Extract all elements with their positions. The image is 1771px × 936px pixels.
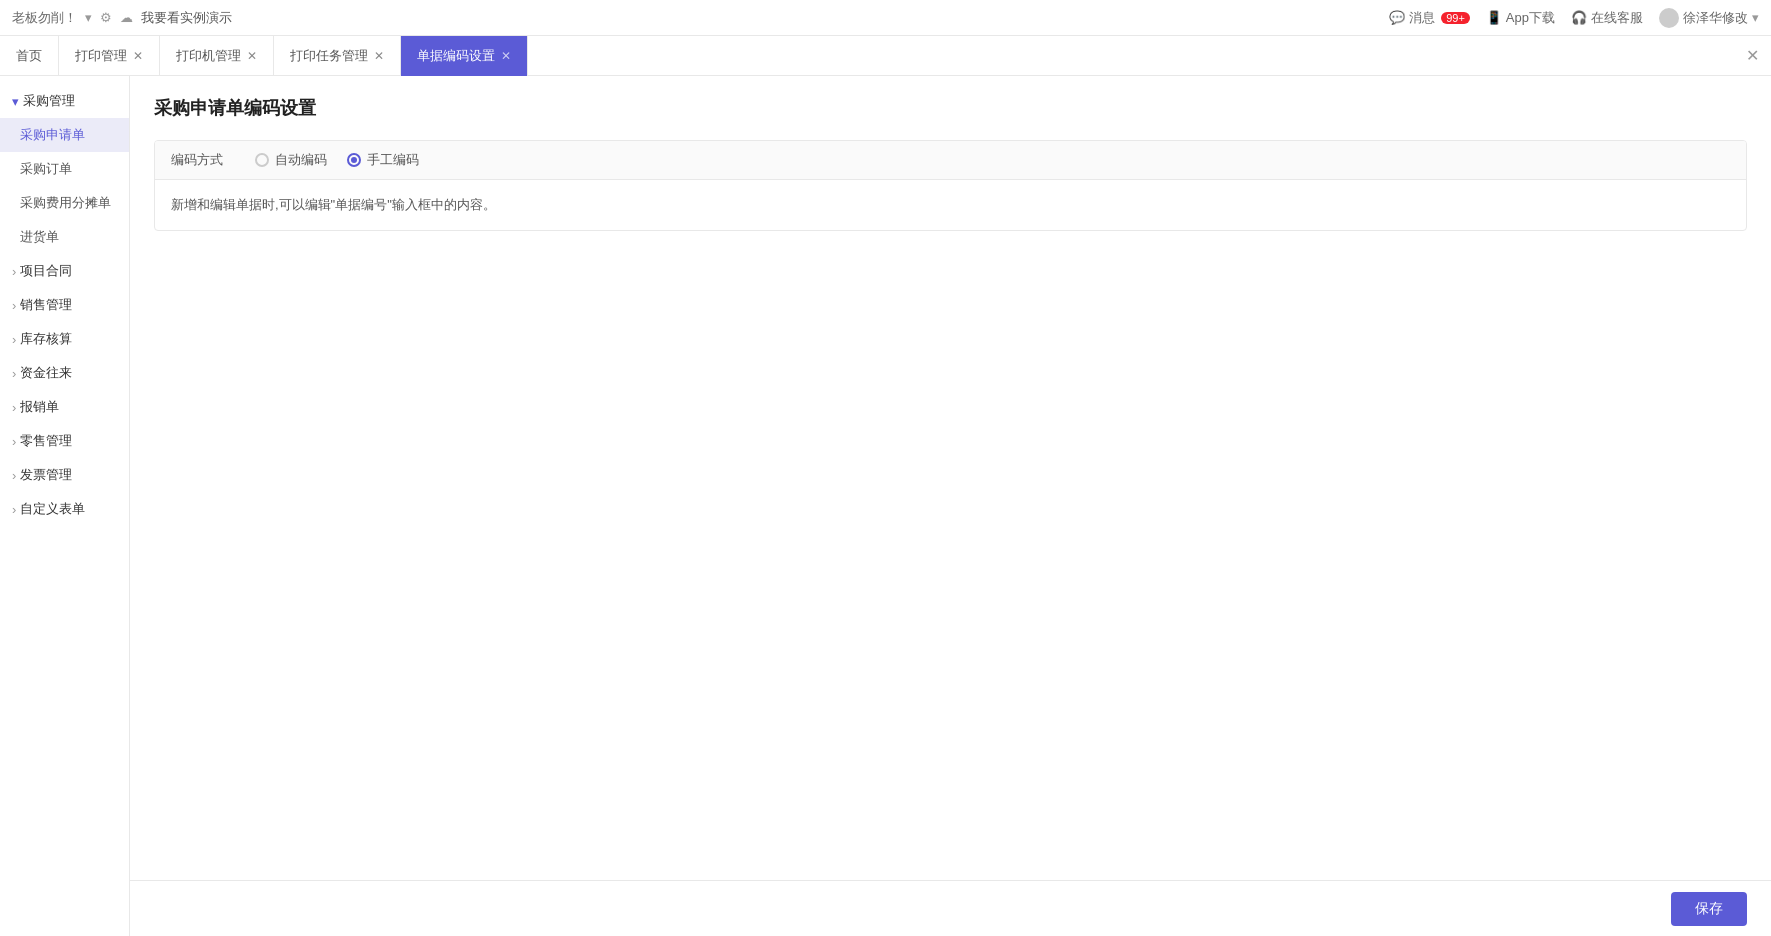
- invoice-arrow: ›: [12, 468, 16, 483]
- sidebar-item-purchase-request-label: 采购申请单: [20, 126, 85, 144]
- save-button[interactable]: 保存: [1671, 892, 1747, 926]
- sidebar-group-sales-mgmt[interactable]: › 销售管理: [0, 288, 129, 322]
- tab-home-label: 首页: [16, 47, 42, 65]
- demo-link[interactable]: 我要看实例演示: [141, 9, 232, 27]
- demo-cloud-icon: ☁: [120, 10, 133, 25]
- project-contract-arrow: ›: [12, 264, 16, 279]
- inventory-arrow: ›: [12, 332, 16, 347]
- sidebar-group-project-contract[interactable]: › 项目合同: [0, 254, 129, 288]
- message-icon: 💬: [1389, 10, 1405, 25]
- app-icon: 📱: [1486, 10, 1502, 25]
- capital-arrow: ›: [12, 366, 16, 381]
- sidebar-item-stock-in-label: 进货单: [20, 228, 59, 246]
- settings-icon[interactable]: ⚙: [100, 10, 112, 25]
- top-bar-right: 💬 消息 99+ 📱 App下载 🎧 在线客服 徐泽华修改 ▾: [1389, 8, 1759, 28]
- dropdown-arrow-icon[interactable]: ▾: [85, 10, 92, 25]
- purchase-collapse-arrow: ▾: [12, 94, 19, 109]
- tab-printer-mgmt[interactable]: 打印机管理 ✕: [160, 36, 274, 76]
- message-item[interactable]: 💬 消息 99+: [1389, 9, 1470, 27]
- sidebar-group-invoice-label: 发票管理: [20, 466, 72, 484]
- sidebar-group-custom-forms-label: 自定义表单: [20, 500, 85, 518]
- top-bar: 老板勿削！ ▾ ⚙ ☁ 我要看实例演示 💬 消息 99+ 📱 App下载 🎧 在…: [0, 0, 1771, 36]
- sidebar-item-purchase-order[interactable]: 采购订单: [0, 152, 129, 186]
- sidebar-group-retail[interactable]: › 零售管理: [0, 424, 129, 458]
- radio-auto[interactable]: 自动编码: [255, 151, 327, 169]
- sidebar-group-inventory[interactable]: › 库存核算: [0, 322, 129, 356]
- sidebar-group-custom-forms[interactable]: › 自定义表单: [0, 492, 129, 526]
- tab-print-mgmt[interactable]: 打印管理 ✕: [59, 36, 160, 76]
- sidebar-group-invoice[interactable]: › 发票管理: [0, 458, 129, 492]
- user-dropdown-icon: ▾: [1752, 10, 1759, 25]
- tab-print-mgmt-close[interactable]: ✕: [133, 49, 143, 63]
- sidebar-item-purchase-request[interactable]: 采购申请单: [0, 118, 129, 152]
- custom-forms-arrow: ›: [12, 502, 16, 517]
- sidebar-group-purchase-label: 采购管理: [23, 92, 75, 110]
- sidebar-item-purchase-expense[interactable]: 采购费用分摊单: [0, 186, 129, 220]
- tab-single-code-label: 单据编码设置: [417, 47, 495, 65]
- encoding-body: 新增和编辑单据时,可以编辑"单据编号"输入框中的内容。: [155, 180, 1746, 230]
- customer-service-item[interactable]: 🎧 在线客服: [1571, 9, 1643, 27]
- sales-mgmt-arrow: ›: [12, 298, 16, 313]
- radio-auto-label: 自动编码: [275, 151, 327, 169]
- app-download-item[interactable]: 📱 App下载: [1486, 9, 1555, 27]
- content-area: 采购申请单编码设置 编码方式 自动编码 手工编码: [130, 76, 1771, 936]
- encoding-header: 编码方式 自动编码 手工编码: [155, 141, 1746, 180]
- tab-print-task-label: 打印任务管理: [290, 47, 368, 65]
- tab-single-code-close[interactable]: ✕: [501, 49, 511, 63]
- username: 徐泽华修改: [1683, 9, 1748, 27]
- message-badge: 99+: [1441, 12, 1470, 24]
- sidebar-item-purchase-order-label: 采购订单: [20, 160, 72, 178]
- hint-text: 新增和编辑单据时,可以编辑"单据编号"输入框中的内容。: [171, 197, 496, 212]
- sidebar-group-capital[interactable]: › 资金往来: [0, 356, 129, 390]
- tab-home[interactable]: 首页: [0, 36, 59, 76]
- tab-single-code[interactable]: 单据编码设置 ✕: [401, 36, 528, 76]
- app-download-label: App下载: [1506, 9, 1555, 27]
- radio-auto-circle: [255, 153, 269, 167]
- message-label: 消息: [1409, 9, 1435, 27]
- tab-close-all[interactable]: ✕: [1734, 46, 1771, 65]
- retail-arrow: ›: [12, 434, 16, 449]
- sidebar-group-returns-label: 报销单: [20, 398, 59, 416]
- sidebar-group-retail-label: 零售管理: [20, 432, 72, 450]
- radio-manual-circle: [347, 153, 361, 167]
- sidebar-item-purchase-expense-label: 采购费用分摊单: [20, 194, 111, 212]
- sidebar-group-capital-label: 资金往来: [20, 364, 72, 382]
- returns-arrow: ›: [12, 400, 16, 415]
- page-title: 采购申请单编码设置: [154, 96, 1747, 120]
- content-inner: 采购申请单编码设置 编码方式 自动编码 手工编码: [130, 76, 1771, 880]
- tab-print-task-close[interactable]: ✕: [374, 49, 384, 63]
- sidebar-group-sales-mgmt-label: 销售管理: [20, 296, 72, 314]
- tab-print-task[interactable]: 打印任务管理 ✕: [274, 36, 401, 76]
- user-profile-item[interactable]: 徐泽华修改 ▾: [1659, 8, 1759, 28]
- main-layout: ▾ 采购管理 采购申请单 采购订单 采购费用分摊单 进货单 › 项目合同 › 销…: [0, 76, 1771, 936]
- headset-icon: 🎧: [1571, 10, 1587, 25]
- bottom-bar: 保存: [130, 880, 1771, 936]
- radio-manual[interactable]: 手工编码: [347, 151, 419, 169]
- radio-manual-label: 手工编码: [367, 151, 419, 169]
- sidebar-group-inventory-label: 库存核算: [20, 330, 72, 348]
- tab-printer-mgmt-close[interactable]: ✕: [247, 49, 257, 63]
- avatar-icon: [1659, 8, 1679, 28]
- radio-group: 自动编码 手工编码: [255, 151, 419, 169]
- top-bar-left: 老板勿削！ ▾ ⚙ ☁ 我要看实例演示: [12, 9, 232, 27]
- sidebar: ▾ 采购管理 采购申请单 采购订单 采购费用分摊单 进货单 › 项目合同 › 销…: [0, 76, 130, 936]
- tab-printer-mgmt-label: 打印机管理: [176, 47, 241, 65]
- brand-text: 老板勿削！: [12, 9, 77, 27]
- customer-service-label: 在线客服: [1591, 9, 1643, 27]
- encoding-label: 编码方式: [171, 151, 231, 169]
- sidebar-group-returns[interactable]: › 报销单: [0, 390, 129, 424]
- tab-print-mgmt-label: 打印管理: [75, 47, 127, 65]
- encoding-section: 编码方式 自动编码 手工编码 新增和编辑单据时,可以编辑"单据编号"输入框中的内: [154, 140, 1747, 231]
- sidebar-item-stock-in[interactable]: 进货单: [0, 220, 129, 254]
- sidebar-group-project-contract-label: 项目合同: [20, 262, 72, 280]
- sidebar-group-purchase[interactable]: ▾ 采购管理: [0, 84, 129, 118]
- tab-bar: 首页 打印管理 ✕ 打印机管理 ✕ 打印任务管理 ✕ 单据编码设置 ✕ ✕: [0, 36, 1771, 76]
